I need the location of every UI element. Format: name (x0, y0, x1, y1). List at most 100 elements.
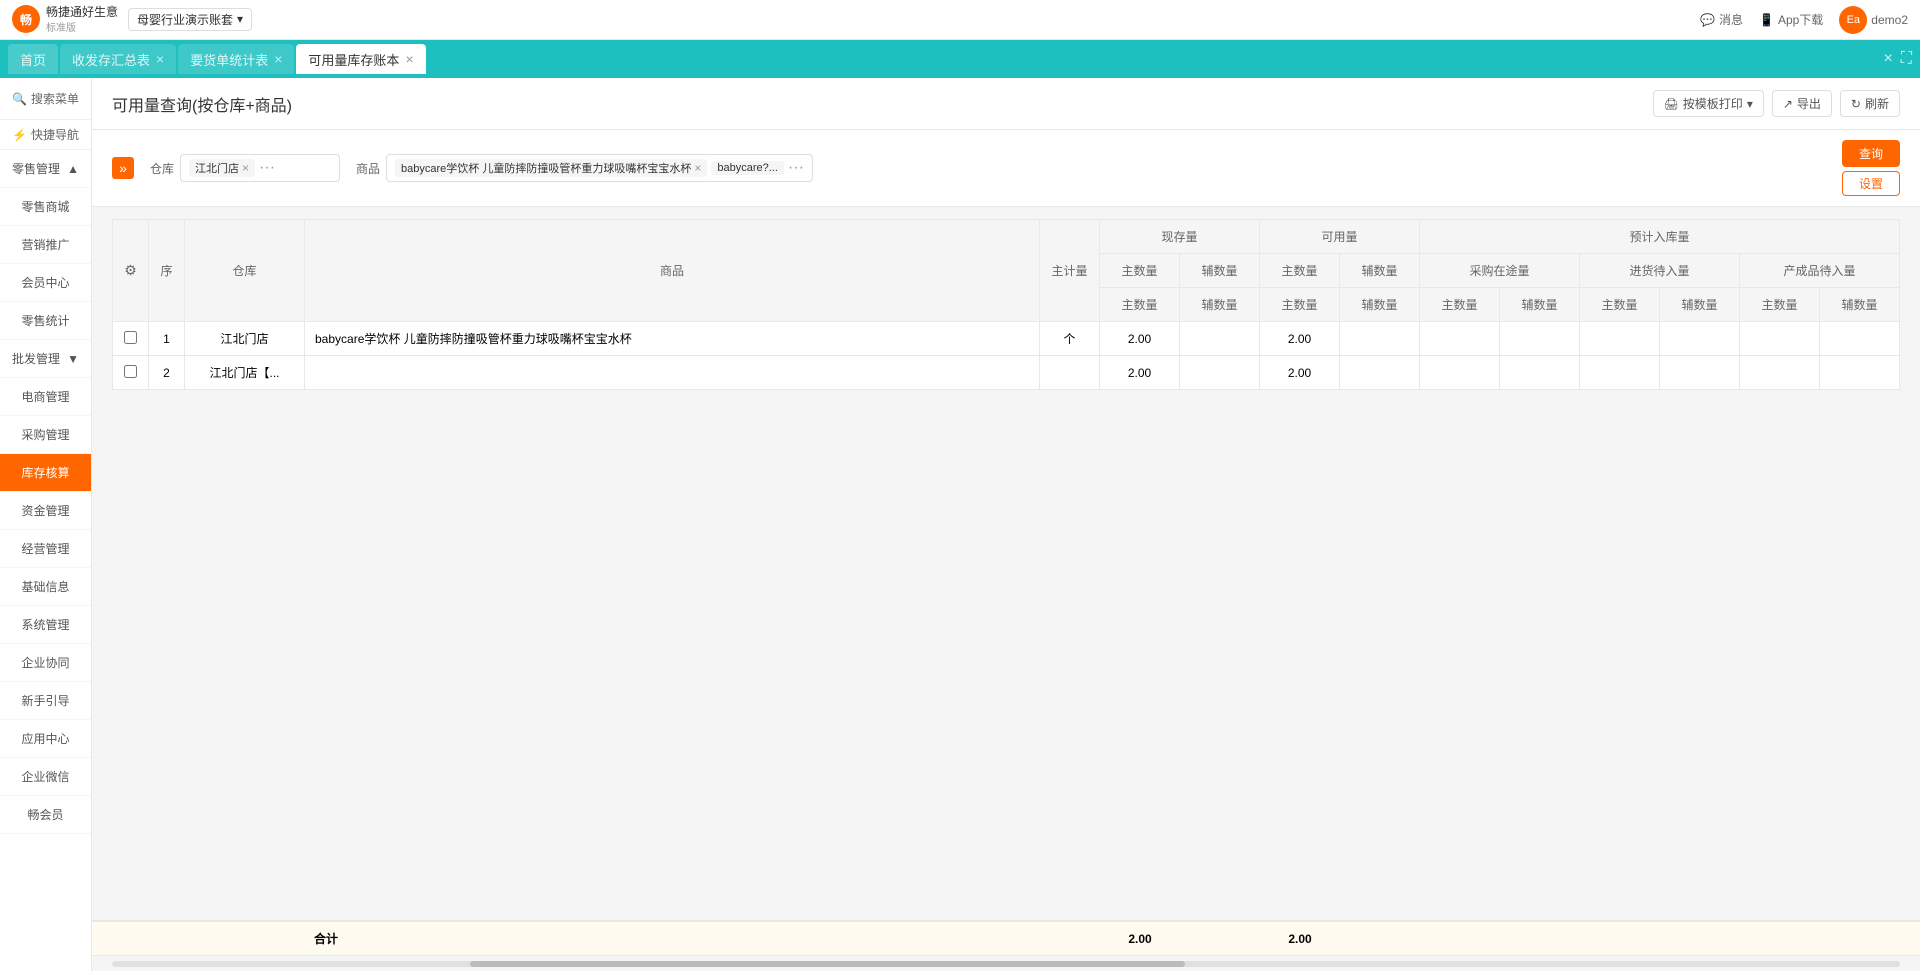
th-stock-sub: 辅数量 (1180, 254, 1260, 288)
footer-incoming-sub (1660, 930, 1740, 947)
row-check-0[interactable] (113, 322, 149, 356)
row-checkbox-0[interactable] (124, 331, 137, 344)
row-incoming-main-0 (1580, 322, 1660, 356)
row-purchase-sub-1 (1500, 356, 1580, 390)
tab-receive-close[interactable]: × (156, 52, 164, 66)
refresh-label: 刷新 (1865, 95, 1889, 112)
query-button[interactable]: 查询 (1842, 140, 1900, 167)
sidebar-item-enterprise[interactable]: 企业协同 (0, 644, 91, 682)
row-check-1[interactable] (113, 356, 149, 390)
sidebar-item-operation[interactable]: 经营管理 (0, 530, 91, 568)
scroll-thumb[interactable] (470, 961, 1185, 967)
tab-home[interactable]: 首页 (8, 44, 58, 74)
settings-button[interactable]: 设置 (1842, 171, 1900, 196)
row-finished-sub-1 (1820, 356, 1900, 390)
export-button[interactable]: ↗ 导出 (1772, 90, 1832, 117)
th-estimated-in: 预计入库量 (1420, 220, 1900, 254)
tab-order[interactable]: 要货单统计表 × (178, 44, 294, 74)
sidebar-item-member[interactable]: 会员中心 (0, 264, 91, 302)
footer-incoming-main (1580, 930, 1660, 947)
row-finished-main-0 (1740, 322, 1820, 356)
company-dropdown-icon: ▾ (237, 12, 243, 26)
footer-finished-sub (1820, 930, 1900, 947)
sidebar-item-basic[interactable]: 基础信息 (0, 568, 91, 606)
row-purchase-sub-0 (1500, 322, 1580, 356)
product-more-icon[interactable]: ··· (788, 159, 804, 177)
sidebar-item-finance-label: 资金管理 (21, 502, 69, 519)
brand-logo: 畅 畅捷通好生意 标准版 (12, 5, 118, 34)
app-download-button[interactable]: 📱 App下载 (1759, 11, 1823, 28)
th-purchase-main: 主数量 (1420, 288, 1500, 322)
sidebar-item-system[interactable]: 系统管理 (0, 606, 91, 644)
expand-filter-button[interactable]: » (112, 157, 134, 179)
th-avail-sub2: 辅数量 (1340, 288, 1420, 322)
sidebar-item-retail-mall[interactable]: 零售商城 (0, 188, 91, 226)
inventory-table: ⚙ 序 仓库 商品 主计量 现存量 可用量 预计入库量 主数量 辅数量 主数量 (112, 219, 1900, 390)
tab-available-label: 可用量库存账本 (308, 50, 399, 69)
print-label: 按模板打印 (1683, 95, 1743, 112)
th-incoming-main: 主数量 (1580, 288, 1660, 322)
product-tag-2: babycare?... (711, 161, 784, 175)
sidebar-item-purchase[interactable]: 采购管理 (0, 416, 91, 454)
sidebar-item-member2[interactable]: 畅会员 (0, 796, 91, 834)
footer-avail-sub (1340, 930, 1420, 947)
tab-receive-label: 收发存汇总表 (72, 50, 150, 69)
sidebar-item-inventory[interactable]: 库存核算 (0, 454, 91, 492)
footer-stock-main: 2.00 (1100, 930, 1180, 947)
th-finished-sub: 辅数量 (1820, 288, 1900, 322)
th-finished-main: 主数量 (1740, 288, 1820, 322)
warehouse-input[interactable]: 江北门店 × ··· (180, 154, 340, 182)
page-header: 可用量查询(按仓库+商品) 🖨 按模板打印 ▾ ↗ 导出 ↻ 刷新 (92, 78, 1920, 130)
product-tag-1-close[interactable]: × (694, 161, 701, 175)
top-bar-left: 畅 畅捷通好生意 标准版 母婴行业演示账套 ▾ (12, 5, 252, 34)
footer-avail-main: 2.00 (1260, 930, 1340, 947)
filter-action-buttons: 查询 设置 (1842, 140, 1900, 196)
refresh-button[interactable]: ↻ 刷新 (1840, 90, 1900, 117)
product-input[interactable]: babycare学饮杯 儿童防摔防撞吸管杯重力球吸嘴杯宝宝水杯 × babyca… (386, 154, 813, 182)
row-checkbox-1[interactable] (124, 365, 137, 378)
user-profile[interactable]: Ea demo2 (1839, 6, 1908, 34)
sidebar-item-purchase-label: 采购管理 (21, 426, 69, 443)
tab-order-close[interactable]: × (274, 52, 282, 66)
sidebar-item-app-center[interactable]: 应用中心 (0, 720, 91, 758)
row-avail-main-1: 2.00 (1260, 356, 1340, 390)
horizontal-scrollbar[interactable] (92, 955, 1920, 971)
sidebar-item-guide-label: 新手引导 (21, 692, 69, 709)
th-current-stock: 现存量 (1100, 220, 1260, 254)
nav-maximize-icon[interactable]: ⛶ (1901, 50, 1912, 68)
company-selector[interactable]: 母婴行业演示账套 ▾ (128, 8, 252, 31)
warehouse-more-icon[interactable]: ··· (259, 159, 275, 177)
row-warehouse-1: 江北门店【... (185, 356, 305, 390)
warehouse-filter: 仓库 江北门店 × ··· (150, 154, 340, 182)
tab-available-close[interactable]: × (405, 52, 413, 66)
th-finished: 产成品待入量 (1740, 254, 1900, 288)
tab-available[interactable]: 可用量库存账本 × (296, 44, 425, 74)
sidebar-item-guide[interactable]: 新手引导 (0, 682, 91, 720)
table-footer: 合计 2.00 2.00 (92, 920, 1920, 955)
sidebar-item-ecommerce[interactable]: 电商管理 (0, 378, 91, 416)
sidebar-item-retail-stats[interactable]: 零售统计 (0, 302, 91, 340)
th-settings[interactable]: ⚙ (113, 220, 149, 322)
sidebar-item-retail-mall-label: 零售商城 (21, 198, 69, 215)
sidebar-item-finance[interactable]: 资金管理 (0, 492, 91, 530)
footer-purchase-main (1420, 930, 1500, 947)
sidebar-item-wechat[interactable]: 企业微信 (0, 758, 91, 796)
username: demo2 (1871, 13, 1908, 27)
sidebar-item-marketing[interactable]: 营销推广 (0, 226, 91, 264)
nav-close-icon[interactable]: × (1883, 50, 1892, 68)
print-chevron-icon: ▾ (1747, 97, 1753, 111)
sidebar-item-inventory-label: 库存核算 (21, 464, 69, 481)
sidebar-item-wholesale[interactable]: 批发管理 ▼ (0, 340, 91, 378)
search-menu-button[interactable]: 🔍 搜索菜单 (8, 86, 83, 111)
brand-icon: 畅 (12, 5, 40, 33)
sidebar-item-retail[interactable]: 零售管理 ▲ (0, 150, 91, 188)
search-icon: 🔍 (12, 92, 27, 106)
tab-receive[interactable]: 收发存汇总表 × (60, 44, 176, 74)
warehouse-tag-close[interactable]: × (242, 161, 249, 175)
row-warehouse-0: 江北门店 (185, 322, 305, 356)
row-purchase-main-1 (1420, 356, 1500, 390)
print-button[interactable]: 🖨 按模板打印 ▾ (1653, 90, 1764, 117)
sidebar: 🔍 搜索菜单 ⚡ 快捷导航 零售管理 ▲ 零售商城 营销推广 会员中心 零售统计… (0, 78, 92, 971)
message-button[interactable]: 💬 消息 (1700, 11, 1743, 28)
quick-nav-button[interactable]: ⚡ 快捷导航 (0, 120, 91, 150)
